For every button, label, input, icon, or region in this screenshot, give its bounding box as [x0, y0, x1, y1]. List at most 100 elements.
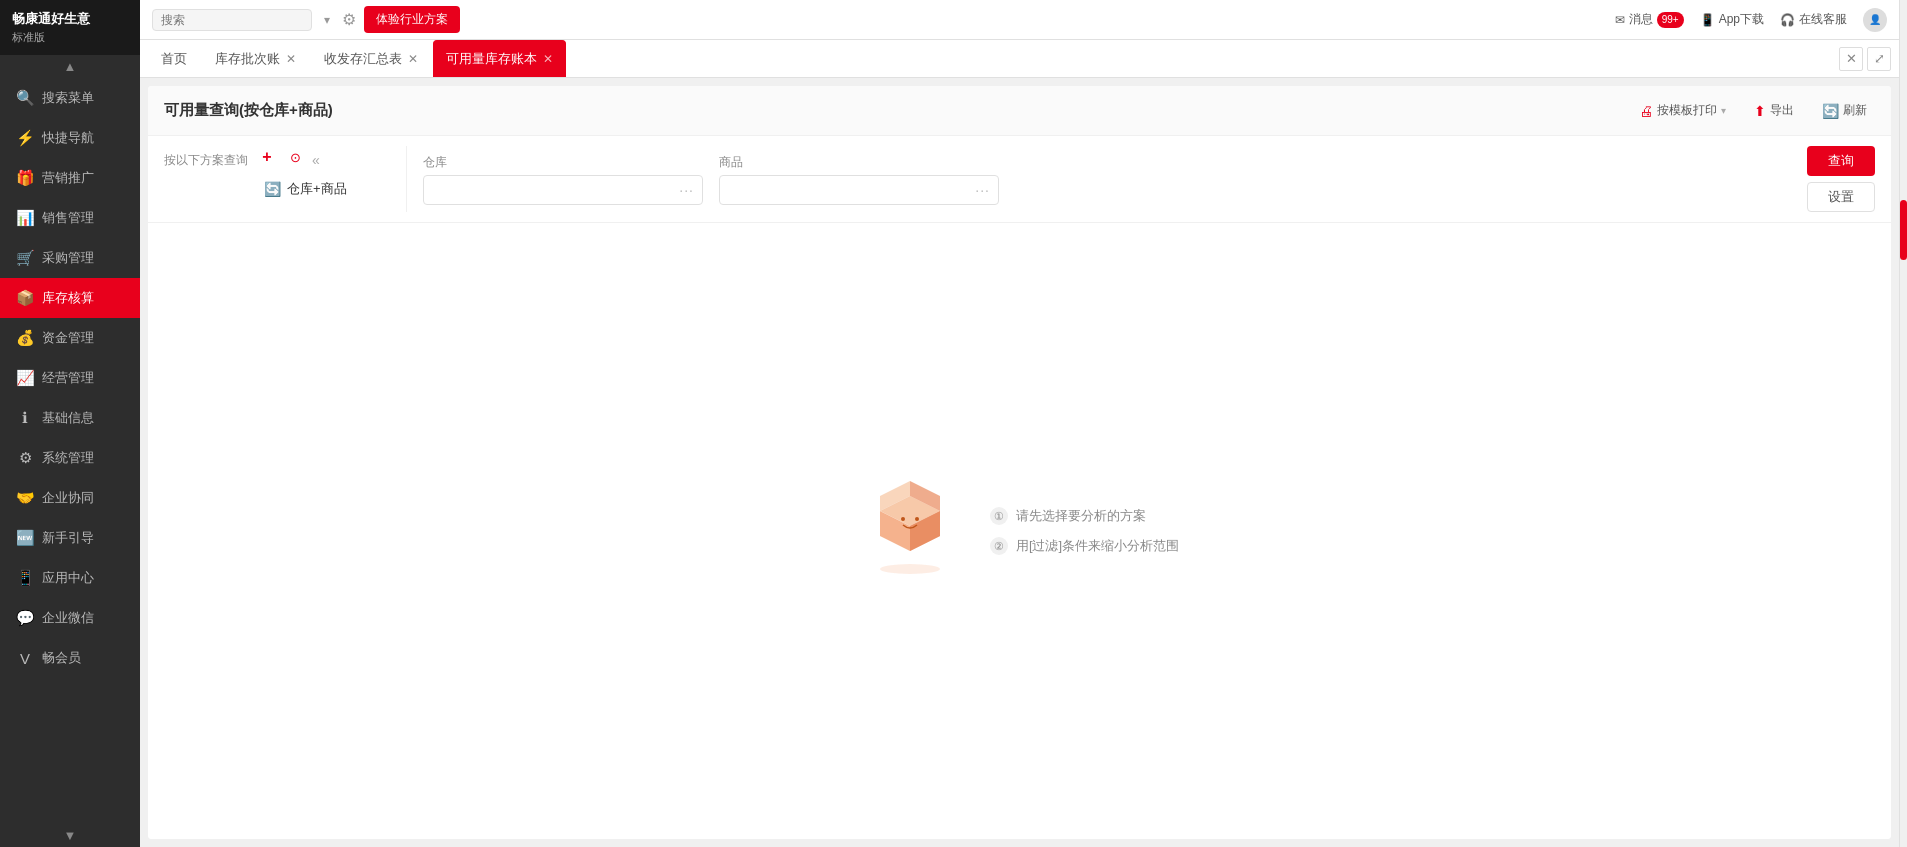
add-scheme-btn[interactable]: + [256, 146, 278, 168]
inventory-icon: 📦 [16, 289, 34, 307]
sidebar-item-basic[interactable]: ℹ 基础信息 [0, 398, 140, 438]
print-label: 按模板打印 [1657, 102, 1717, 119]
tab-home[interactable]: 首页 [148, 40, 200, 77]
sidebar-item-member[interactable]: V 畅会员 [0, 638, 140, 678]
scheme-warehouse-goods[interactable]: 🔄 仓库+商品 [256, 174, 406, 204]
empty-tip-1: ① 请先选择要分析的方案 [990, 507, 1179, 525]
sidebar-item-system[interactable]: ⚙ 系统管理 [0, 438, 140, 478]
sidebar-item-purchase[interactable]: 🛒 采购管理 [0, 238, 140, 278]
sidebar-item-newuser[interactable]: 🆕 新手引导 [0, 518, 140, 558]
app-download-btn[interactable]: 📱 App下载 [1700, 11, 1764, 28]
filter-scheme-header: + ⊙ « [256, 146, 406, 168]
message-btn[interactable]: ✉ 消息 99+ [1615, 11, 1684, 28]
tab-action-btns: ✕ ⤢ [1839, 47, 1891, 71]
newuser-icon: 🆕 [16, 529, 34, 547]
sidebar-item-enterprise[interactable]: 🤝 企业协同 [0, 478, 140, 518]
warehouse-dots-btn[interactable]: ··· [679, 182, 694, 198]
sidebar-item-system-label: 系统管理 [42, 449, 94, 467]
tip-text-1: 请先选择要分析的方案 [1016, 507, 1146, 525]
user-avatar[interactable]: 👤 [1863, 8, 1887, 32]
empty-state: ① 请先选择要分析的方案 ② 用[过滤]条件来缩小分析范围 [148, 223, 1891, 839]
filter-area: 按以下方案查询 + ⊙ « 🔄 仓库+商品 仓库 ··· [148, 136, 1891, 223]
header-search-input[interactable] [161, 13, 281, 27]
filter-right-actions: 查询 设置 [1807, 146, 1875, 212]
sidebar-item-inventory[interactable]: 📦 库存核算 [0, 278, 140, 318]
header-search-box[interactable] [152, 9, 312, 31]
empty-state-tips: ① 请先选择要分析的方案 ② 用[过滤]条件来缩小分析范围 [990, 507, 1179, 555]
sidebar-item-member-label: 畅会员 [42, 649, 81, 667]
search-dropdown-arrow[interactable]: ▾ [320, 13, 334, 27]
print-icon: 🖨 [1639, 103, 1653, 119]
sidebar-item-sales[interactable]: 📊 销售管理 [0, 198, 140, 238]
tab-batch-account-label: 库存批次账 [215, 50, 280, 68]
tab-close-all-btn[interactable]: ✕ [1839, 47, 1863, 71]
print-dropdown-arrow: ▾ [1721, 105, 1726, 116]
sidebar-item-marketing[interactable]: 🎁 营销推广 [0, 158, 140, 198]
sidebar-item-wechat[interactable]: 💬 企业微信 [0, 598, 140, 638]
sidebar-item-purchase-label: 采购管理 [42, 249, 94, 267]
mobile-icon: 📱 [1700, 13, 1715, 27]
scroll-down-arrow[interactable]: ▼ [0, 824, 140, 847]
export-label: 导出 [1770, 102, 1794, 119]
main-area: ▾ ⚙ 体验行业方案 ✉ 消息 99+ 📱 App下载 🎧 在线客服 👤 [140, 0, 1899, 847]
scheme-warehouse-goods-icon: 🔄 [264, 181, 281, 197]
tip-num-2: ② [990, 537, 1008, 555]
sidebar-item-search[interactable]: 🔍 搜索菜单 [0, 78, 140, 118]
sidebar-item-operation[interactable]: 📈 经营管理 [0, 358, 140, 398]
tab-collect-summary[interactable]: 收发存汇总表 ✕ [311, 40, 431, 77]
goods-input-box[interactable]: ··· [719, 175, 999, 205]
service-icon: 🎧 [1780, 13, 1795, 27]
tab-available-ledger-close[interactable]: ✕ [543, 53, 553, 65]
enterprise-icon: 🤝 [16, 489, 34, 507]
right-scrollbar[interactable] [1899, 0, 1907, 847]
sidebar-item-wechat-label: 企业微信 [42, 609, 94, 627]
settings-action-btn[interactable]: 设置 [1807, 182, 1875, 212]
sidebar-item-enterprise-label: 企业协同 [42, 489, 94, 507]
basic-icon: ℹ [16, 409, 34, 427]
warehouse-field-label: 仓库 [423, 154, 703, 171]
tab-available-ledger-label: 可用量库存账本 [446, 50, 537, 68]
sidebar-item-marketing-label: 营销推广 [42, 169, 94, 187]
sidebar-header: 畅康通好生意 标准版 [0, 0, 140, 55]
sidebar-item-finance[interactable]: 💰 资金管理 [0, 318, 140, 358]
tab-available-ledger[interactable]: 可用量库存账本 ✕ [433, 40, 566, 77]
tab-batch-account-close[interactable]: ✕ [286, 53, 296, 65]
sidebar-item-newuser-label: 新手引导 [42, 529, 94, 547]
query-btn[interactable]: 查询 [1807, 146, 1875, 176]
purchase-icon: 🛒 [16, 249, 34, 267]
settings-scheme-btn[interactable]: ⊙ [284, 146, 306, 168]
goods-input[interactable] [728, 183, 975, 197]
tab-expand-btn[interactable]: ⤢ [1867, 47, 1891, 71]
quicknav-icon: ⚡ [16, 129, 34, 147]
online-service-btn[interactable]: 🎧 在线客服 [1780, 11, 1847, 28]
message-icon: ✉ [1615, 13, 1625, 27]
header-gear-icon[interactable]: ⚙ [342, 10, 356, 29]
right-scrollbar-thumb[interactable] [1900, 200, 1907, 260]
goods-dots-btn[interactable]: ··· [975, 182, 990, 198]
operation-icon: 📈 [16, 369, 34, 387]
sidebar-item-sales-label: 销售管理 [42, 209, 94, 227]
svg-point-6 [915, 517, 919, 521]
warehouse-input[interactable] [432, 183, 679, 197]
tip-text-2: 用[过滤]条件来缩小分析范围 [1016, 537, 1179, 555]
refresh-btn[interactable]: 🔄 刷新 [1814, 98, 1875, 123]
goods-field-label: 商品 [719, 154, 999, 171]
page-title-bar: 可用量查询(按仓库+商品) 🖨 按模板打印 ▾ ⬆ 导出 🔄 刷新 [148, 86, 1891, 136]
sidebar-item-appcenter[interactable]: 📱 应用中心 [0, 558, 140, 598]
warehouse-input-box[interactable]: ··· [423, 175, 703, 205]
avatar-icon: 👤 [1869, 14, 1881, 25]
tab-collect-summary-close[interactable]: ✕ [408, 53, 418, 65]
tab-batch-account[interactable]: 库存批次账 ✕ [202, 40, 309, 77]
collapse-arrow[interactable]: « [312, 152, 320, 168]
industry-btn[interactable]: 体验行业方案 [364, 6, 460, 33]
print-btn[interactable]: 🖨 按模板打印 ▾ [1631, 98, 1734, 123]
header-right: ✉ 消息 99+ 📱 App下载 🎧 在线客服 👤 [1615, 8, 1887, 32]
scroll-up-arrow[interactable]: ▲ [0, 55, 140, 78]
message-badge: 99+ [1657, 12, 1684, 28]
sidebar-item-quicknav[interactable]: ⚡ 快捷导航 [0, 118, 140, 158]
tab-collect-summary-label: 收发存汇总表 [324, 50, 402, 68]
filter-label: 按以下方案查询 [164, 152, 248, 169]
sidebar-item-appcenter-label: 应用中心 [42, 569, 94, 587]
sidebar-item-inventory-label: 库存核算 [42, 289, 94, 307]
export-btn[interactable]: ⬆ 导出 [1746, 98, 1802, 123]
